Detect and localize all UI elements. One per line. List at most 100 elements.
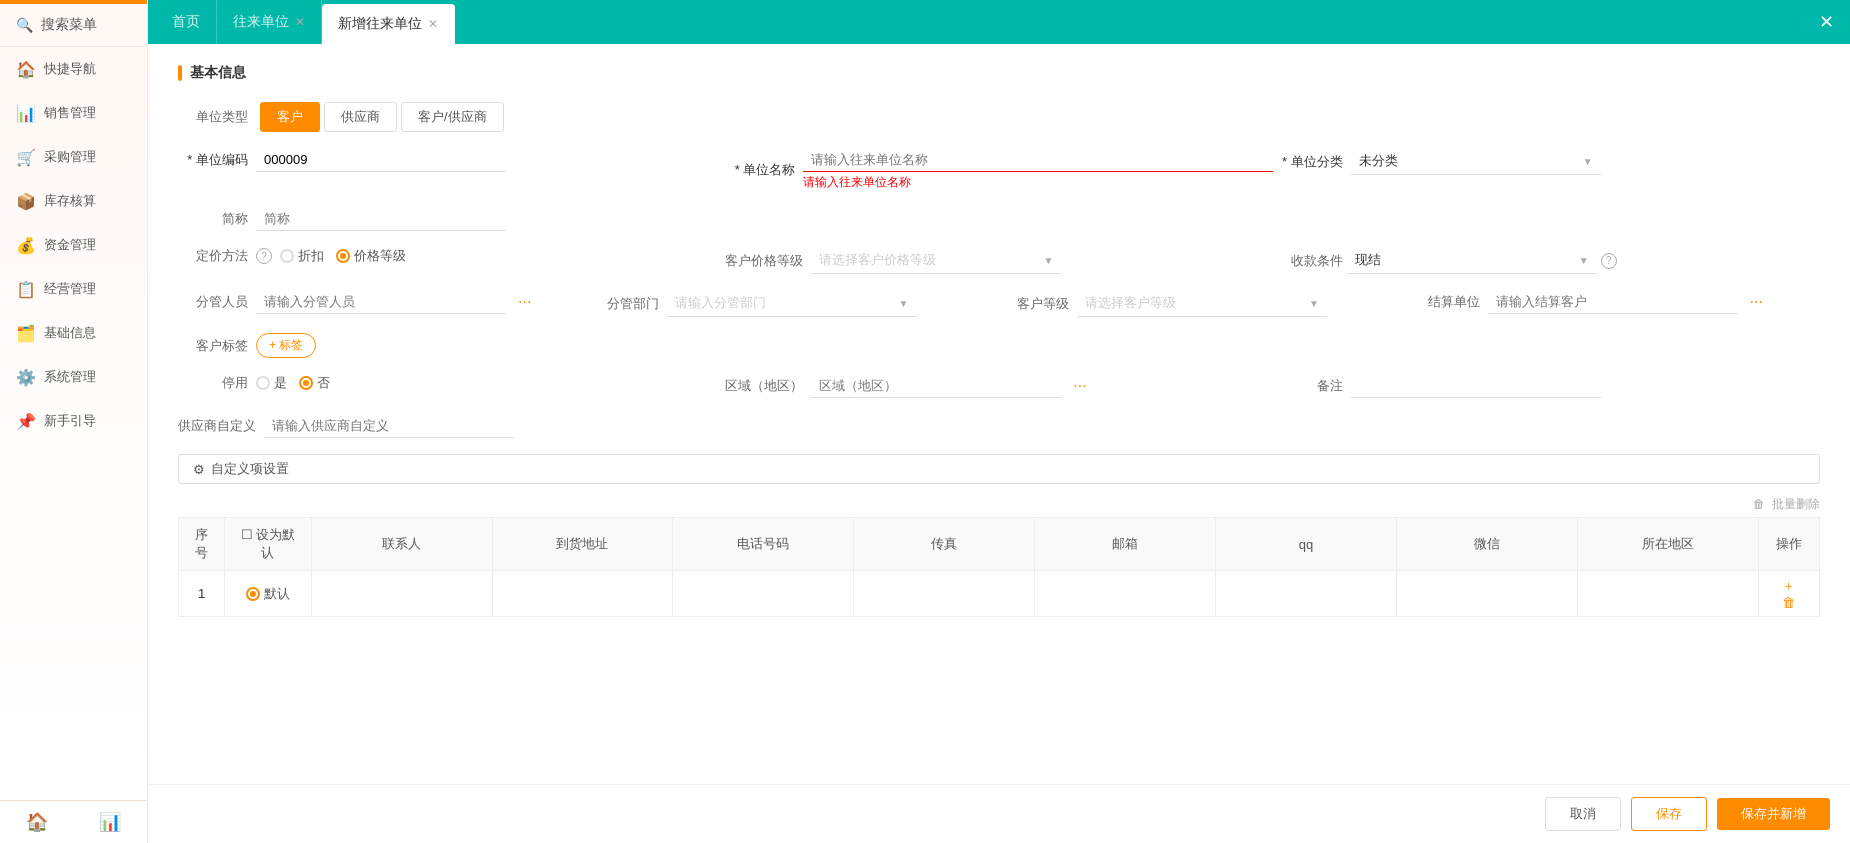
customer-tag-label: 客户标签: [178, 337, 248, 355]
unit-code-label: * 单位编码: [178, 151, 248, 169]
row-delete-icon[interactable]: 🗑: [1779, 595, 1798, 610]
customer-level-select[interactable]: 请选择客户等级 ▼: [1077, 290, 1327, 317]
sidebar-item-inventory[interactable]: 📦库存核算: [0, 179, 147, 223]
save-new-button[interactable]: 保存并新增: [1717, 798, 1830, 830]
unit-type-btn-supplier[interactable]: 供应商: [324, 102, 397, 132]
settlement-unit-label: 结算单位: [1410, 293, 1480, 311]
cancel-button[interactable]: 取消: [1545, 797, 1621, 831]
row-contact-input[interactable]: [322, 586, 482, 601]
payment-terms-value: 现结: [1355, 251, 1381, 269]
row-qq[interactable]: [1216, 571, 1397, 617]
unit-type-btn-group: 客户供应商客户/供应商: [260, 102, 504, 132]
unit-name-input[interactable]: [803, 148, 1272, 172]
sidebar-bottom: 🏠 📊: [0, 800, 147, 843]
pricing-row: 定价方法 ? 折扣 价格等级 客户价格等级 请选择客户价格等级: [178, 247, 1820, 274]
pricing-level-option[interactable]: 价格等级: [336, 247, 406, 265]
save-button[interactable]: 保存: [1631, 797, 1707, 831]
table-col-4: 电话号码: [673, 518, 854, 571]
manager-input[interactable]: [256, 290, 506, 314]
disabled-yes-radio[interactable]: [256, 376, 270, 390]
batch-delete-label[interactable]: 批量删除: [1772, 497, 1820, 511]
pricing-method-label: 定价方法: [178, 247, 248, 265]
tab-partners-close[interactable]: ✕: [295, 15, 305, 29]
row-phone[interactable]: [673, 571, 854, 617]
sidebar-label-guide: 新手引导: [44, 412, 96, 430]
add-tag-btn[interactable]: + 标签: [256, 333, 316, 358]
pricing-discount-option[interactable]: 折扣: [280, 247, 324, 265]
row-address[interactable]: [492, 571, 673, 617]
tab-new-partner-close[interactable]: ✕: [428, 17, 438, 31]
content-area: 基本信息 单位类型 客户供应商客户/供应商 * 单位编码 * 单位名称 请输入往…: [148, 44, 1850, 784]
row-fax-input[interactable]: [864, 586, 1024, 601]
sidebar-item-quick-nav[interactable]: 🏠快捷导航: [0, 47, 147, 91]
manager-field: 分管人员 ···: [178, 290, 589, 314]
disabled-no-option[interactable]: 否: [299, 374, 330, 392]
department-select[interactable]: 请输入分管部门 ▼: [667, 290, 917, 317]
home-bottom-icon[interactable]: 🏠: [26, 811, 48, 833]
manager-more-btn[interactable]: ···: [514, 293, 535, 311]
sidebar-item-guide[interactable]: 📌新手引导: [0, 399, 147, 443]
region-more-btn[interactable]: ···: [1069, 377, 1090, 395]
table-header-row: 序号☐ 设为默认联系人到货地址电话号码传真邮箱qq微信所在地区操作: [179, 518, 1820, 571]
pricing-level-radio[interactable]: [336, 249, 350, 263]
region-field: 区域（地区） ···: [725, 374, 1272, 398]
row-qq-input[interactable]: [1226, 586, 1386, 601]
tab-bar: 首页 往来单位 ✕ 新增往来单位 ✕ ✕: [148, 0, 1850, 44]
sidebar-item-finance[interactable]: 💰资金管理: [0, 223, 147, 267]
region-input[interactable]: [811, 374, 1061, 398]
unit-category-field: * 单位分类 未分类 ▼: [1273, 148, 1820, 175]
tab-home[interactable]: 首页: [156, 0, 217, 44]
row-fax[interactable]: [854, 571, 1035, 617]
row-wechat-input[interactable]: [1407, 586, 1567, 601]
chart-bottom-icon[interactable]: 📊: [99, 811, 121, 833]
custom-settings-btn[interactable]: ⚙ 自定义项设置: [178, 454, 1820, 484]
pricing-discount-radio[interactable]: [280, 249, 294, 263]
short-name-input[interactable]: [256, 207, 506, 231]
row-region[interactable]: [1577, 571, 1758, 617]
department-chevron: ▼: [899, 298, 909, 309]
sidebar-item-system[interactable]: ⚙️系统管理: [0, 355, 147, 399]
tab-new-partner[interactable]: 新增往来单位 ✕: [322, 4, 455, 44]
sidebar-item-base[interactable]: 🗂️基础信息: [0, 311, 147, 355]
disabled-row: 停用 是 否 区域（地区） ··· 备注: [178, 374, 1820, 398]
disabled-yes-option[interactable]: 是: [256, 374, 287, 392]
row-phone-input[interactable]: [683, 586, 843, 601]
disabled-yes-label: 是: [274, 374, 287, 392]
manager-label: 分管人员: [178, 293, 248, 311]
row-email-input[interactable]: [1045, 586, 1205, 601]
settlement-unit-more-btn[interactable]: ···: [1746, 293, 1767, 311]
sidebar: 🔍 搜索菜单 🏠快捷导航📊销售管理🛒采购管理📦库存核算💰资金管理📋经营管理🗂️基…: [0, 0, 148, 843]
unit-code-input[interactable]: [256, 148, 506, 172]
sidebar-item-purchase[interactable]: 🛒采购管理: [0, 135, 147, 179]
window-close-btn[interactable]: ✕: [1811, 11, 1842, 33]
disabled-no-radio[interactable]: [299, 376, 313, 390]
pricing-method-help[interactable]: ?: [256, 248, 272, 264]
table-col-0: 序号: [179, 518, 225, 571]
unit-category-select[interactable]: 未分类 ▼: [1351, 148, 1601, 175]
settlement-unit-input[interactable]: [1488, 290, 1738, 314]
supplier-custom-input[interactable]: [264, 414, 514, 438]
row-add-icon[interactable]: ＋: [1779, 578, 1798, 593]
customer-level-chevron: ▼: [1309, 298, 1319, 309]
unit-type-btn-customer[interactable]: 客户: [260, 102, 320, 132]
select-all-checkbox[interactable]: ☐: [241, 527, 253, 542]
customer-price-level-label: 客户价格等级: [725, 252, 803, 270]
row-region-input[interactable]: [1588, 586, 1748, 601]
search-menu-item[interactable]: 🔍 搜索菜单: [0, 4, 147, 47]
row-email[interactable]: [1035, 571, 1216, 617]
row-contact[interactable]: [311, 571, 492, 617]
sidebar-item-sales[interactable]: 📊销售管理: [0, 91, 147, 135]
tab-partners[interactable]: 往来单位 ✕: [217, 0, 322, 44]
sidebar-icon-quick-nav: 🏠: [16, 59, 36, 79]
payment-terms-select[interactable]: 现结 ▼: [1347, 247, 1597, 274]
sidebar-item-operations[interactable]: 📋经营管理: [0, 267, 147, 311]
payment-terms-help[interactable]: ?: [1601, 253, 1617, 269]
unit-type-btn-both[interactable]: 客户/供应商: [401, 102, 504, 132]
row-default-radio[interactable]: 默认: [235, 585, 300, 603]
customer-price-level-select[interactable]: 请选择客户价格等级 ▼: [811, 247, 1061, 274]
supplier-custom-row: 供应商自定义: [178, 414, 1820, 438]
row-address-input[interactable]: [503, 586, 663, 601]
row-wechat[interactable]: [1396, 571, 1577, 617]
remark-input[interactable]: [1351, 374, 1601, 398]
row-actions: ＋ 🗑: [1758, 571, 1819, 617]
